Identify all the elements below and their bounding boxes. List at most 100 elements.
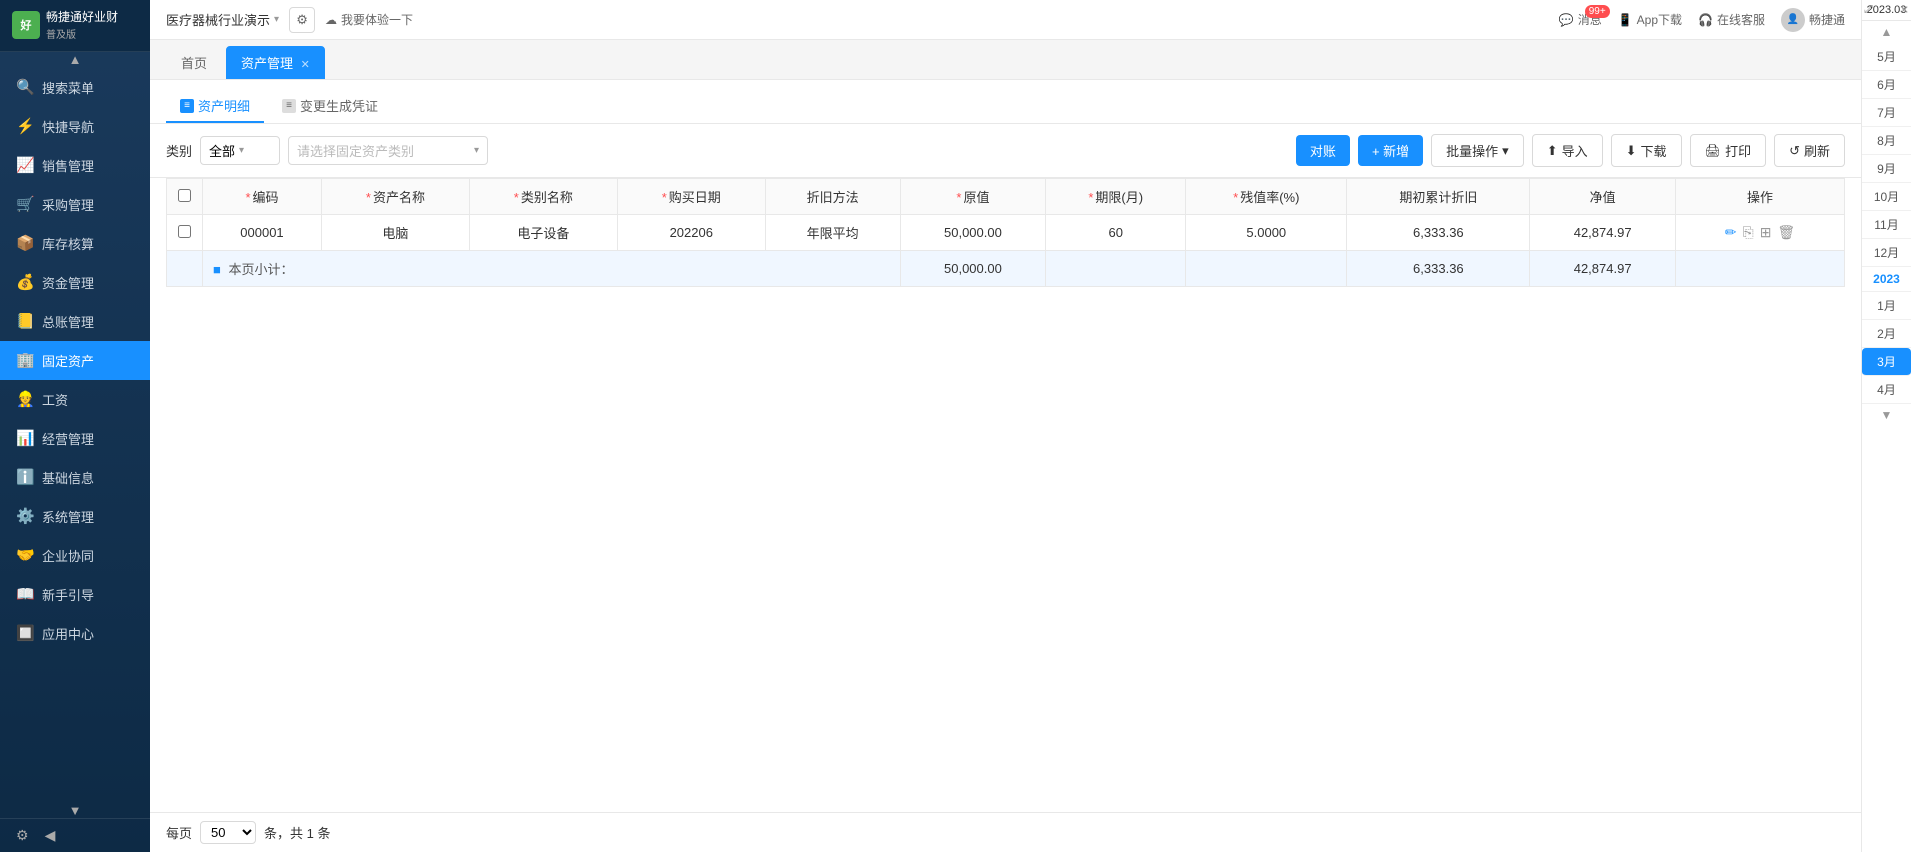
tab-close-icon[interactable]: ✕ xyxy=(301,59,310,71)
header-right: 💬 消息 99+ 📱 App下载 🎧 在线客服 👤 畅捷通 xyxy=(1559,8,1845,32)
delete-icon[interactable]: 🗑 xyxy=(1777,224,1795,241)
sidebar-bottom: ⚙ ◀ xyxy=(0,818,150,852)
reconcile-button[interactable]: 对账 xyxy=(1296,135,1350,166)
tab-home[interactable]: 首页 xyxy=(166,46,222,79)
th-code: *编码 xyxy=(203,179,322,215)
customer-service-button[interactable]: 🎧 在线客服 xyxy=(1698,11,1765,28)
guide-icon: 📖 xyxy=(16,585,34,603)
print-icon: 🖨 xyxy=(1705,143,1722,159)
sidebar-item-ledger[interactable]: 📒 总账管理 xyxy=(0,302,150,341)
inventory-icon: 📦 xyxy=(16,234,34,252)
cal-expand-icon[interactable]: ⤢ xyxy=(1864,4,1873,17)
cal-month-10[interactable]: 10月 xyxy=(1862,183,1911,211)
edit-icon[interactable]: ✏ xyxy=(1725,224,1737,241)
user-menu[interactable]: 👤 畅捷通 xyxy=(1781,8,1845,32)
print-button[interactable]: 🖨 打印 xyxy=(1690,134,1767,167)
sales-icon: 📈 xyxy=(16,156,34,174)
collapse-icon[interactable]: ◀ xyxy=(45,827,56,844)
settings-bottom-icon[interactable]: ⚙ xyxy=(16,827,29,844)
total-label: 条，共 1 条 xyxy=(264,823,330,842)
refresh-icon: ↺ xyxy=(1789,143,1800,159)
sidebar-item-search[interactable]: 🔍 搜索菜单 xyxy=(0,68,150,107)
company-selector[interactable]: 医疗器械行业演示 ▾ xyxy=(166,10,279,29)
sidebar-item-purchase[interactable]: 🛒 采购管理 xyxy=(0,185,150,224)
sidebar-scroll-up[interactable]: ▲ xyxy=(0,52,150,68)
sidebar-item-apps[interactable]: 🔲 应用中心 xyxy=(0,614,150,653)
cal-month-11[interactable]: 11月 xyxy=(1862,211,1911,239)
cal-month-9[interactable]: 9月 xyxy=(1862,155,1911,183)
content-area: ≡ 资产明细 ≡ 变更生成凭证 类别 全部 ▾ 请选择固定资产类别 ▾ xyxy=(150,80,1861,852)
sidebar-item-sales[interactable]: 📈 销售管理 xyxy=(0,146,150,185)
cal-scroll-down[interactable]: ▼ xyxy=(1862,404,1911,426)
inner-tab-asset-detail[interactable]: ≡ 资产明细 xyxy=(166,90,264,123)
th-residual-rate: *残值率(%) xyxy=(1186,179,1347,215)
funds-icon: 💰 xyxy=(16,273,34,291)
subtotal-label: ■ 本页小计： xyxy=(203,251,901,287)
th-initial-accumulated: 期初累计折旧 xyxy=(1347,179,1530,215)
th-category: *类别名称 xyxy=(469,179,617,215)
sidebar-item-cooperation[interactable]: 🤝 企业协同 xyxy=(0,536,150,575)
new-button[interactable]: + 新增 xyxy=(1358,135,1423,166)
cal-year-2023[interactable]: 2023 xyxy=(1862,267,1911,292)
asset-category-select[interactable]: 请选择固定资产类别 ▾ xyxy=(288,136,488,165)
asset-detail-icon: ≡ xyxy=(180,99,194,113)
right-sidebar-calendar: ⤢ 2023.03 ✕ ▲ 5月 6月 7月 8月 9月 10月 11月 12月… xyxy=(1861,0,1911,852)
sidebar-item-guide[interactable]: 📖 新手引导 xyxy=(0,575,150,614)
asset-category-chevron-icon: ▾ xyxy=(474,145,479,156)
sidebar-nav: 🔍 搜索菜单 ⚡ 快捷导航 📈 销售管理 🛒 采购管理 📦 库存核算 💰 资金管… xyxy=(0,68,150,802)
cell-initial-accumulated: 6,333.36 xyxy=(1347,215,1530,251)
cal-scroll-up[interactable]: ▲ xyxy=(1862,21,1911,43)
chevron-down-icon: ▾ xyxy=(274,14,279,25)
tab-asset-mgmt[interactable]: 资产管理 ✕ xyxy=(226,46,325,79)
sidebar-item-basicinfo[interactable]: ℹ️ 基础信息 xyxy=(0,458,150,497)
sidebar-scroll-down[interactable]: ▼ xyxy=(0,802,150,818)
more-icon[interactable]: ⊞ xyxy=(1760,224,1772,241)
sidebar-item-operations[interactable]: 📊 经营管理 xyxy=(0,419,150,458)
quicknav-icon: ⚡ xyxy=(16,117,34,135)
th-actions: 操作 xyxy=(1675,179,1844,215)
cal-month-2[interactable]: 2月 xyxy=(1862,320,1911,348)
copy-icon[interactable]: ⎘ xyxy=(1742,224,1753,241)
select-all-checkbox[interactable] xyxy=(178,189,191,202)
sidebar-item-quicknav[interactable]: ⚡ 快捷导航 xyxy=(0,107,150,146)
cal-month-6[interactable]: 6月 xyxy=(1862,71,1911,99)
filter-chevron-icon: ▾ xyxy=(239,145,244,156)
cal-month-8[interactable]: 8月 xyxy=(1862,127,1911,155)
cell-original-value: 50,000.00 xyxy=(900,215,1046,251)
cal-month-7[interactable]: 7月 xyxy=(1862,99,1911,127)
service-icon: 🎧 xyxy=(1698,13,1713,27)
cell-actions: ✏ ⎘ ⊞ 🗑 xyxy=(1675,215,1844,251)
cal-month-3[interactable]: 3月 xyxy=(1862,348,1911,376)
experience-button[interactable]: ☁ 我要体验一下 xyxy=(325,11,413,28)
tab-bar: 首页 资产管理 ✕ xyxy=(150,40,1861,80)
inner-tab-voucher-gen[interactable]: ≡ 变更生成凭证 xyxy=(268,90,392,123)
cal-month-1[interactable]: 1月 xyxy=(1862,292,1911,320)
app-download-button[interactable]: 📱 App下载 xyxy=(1618,11,1682,28)
cal-month-12[interactable]: 12月 xyxy=(1862,239,1911,267)
page-size-select[interactable]: 50 10 20 100 xyxy=(200,821,256,844)
message-button[interactable]: 💬 消息 99+ xyxy=(1559,11,1602,28)
sidebar-item-inventory[interactable]: 📦 库存核算 xyxy=(0,224,150,263)
sidebar-item-payroll[interactable]: 👷 工资 xyxy=(0,380,150,419)
apps-icon: 🔲 xyxy=(16,624,34,642)
cell-depreciation-method: 年限平均 xyxy=(765,215,900,251)
sidebar-item-system[interactable]: ⚙️ 系统管理 xyxy=(0,497,150,536)
cal-month-4[interactable]: 4月 xyxy=(1862,376,1911,404)
pagination: 每页 50 10 20 100 条，共 1 条 xyxy=(150,812,1861,852)
th-checkbox xyxy=(167,179,203,215)
sidebar-item-fixedassets[interactable]: 🏢 固定资产 xyxy=(0,341,150,380)
operations-icon: 📊 xyxy=(16,429,34,447)
per-page-label: 每页 xyxy=(166,823,192,842)
assets-table: *编码 *资产名称 *类别名称 *购买日期 折旧方法 *原值 *期限(月) *残… xyxy=(166,178,1845,287)
import-button[interactable]: ⬆ 导入 xyxy=(1532,134,1603,167)
download-button[interactable]: ⬇ 下载 xyxy=(1611,134,1682,167)
category-filter-select[interactable]: 全部 ▾ xyxy=(200,136,280,165)
row-checkbox[interactable] xyxy=(178,225,191,238)
ledger-icon: 📒 xyxy=(16,312,34,330)
refresh-button[interactable]: ↺ 刷新 xyxy=(1774,134,1845,167)
cal-close-icon[interactable]: ✕ xyxy=(1900,4,1909,17)
gear-button[interactable]: ⚙ xyxy=(289,7,315,33)
sidebar-item-funds[interactable]: 💰 资金管理 xyxy=(0,263,150,302)
batch-button[interactable]: 批量操作 ▾ xyxy=(1431,134,1524,167)
cal-month-5[interactable]: 5月 xyxy=(1862,43,1911,71)
